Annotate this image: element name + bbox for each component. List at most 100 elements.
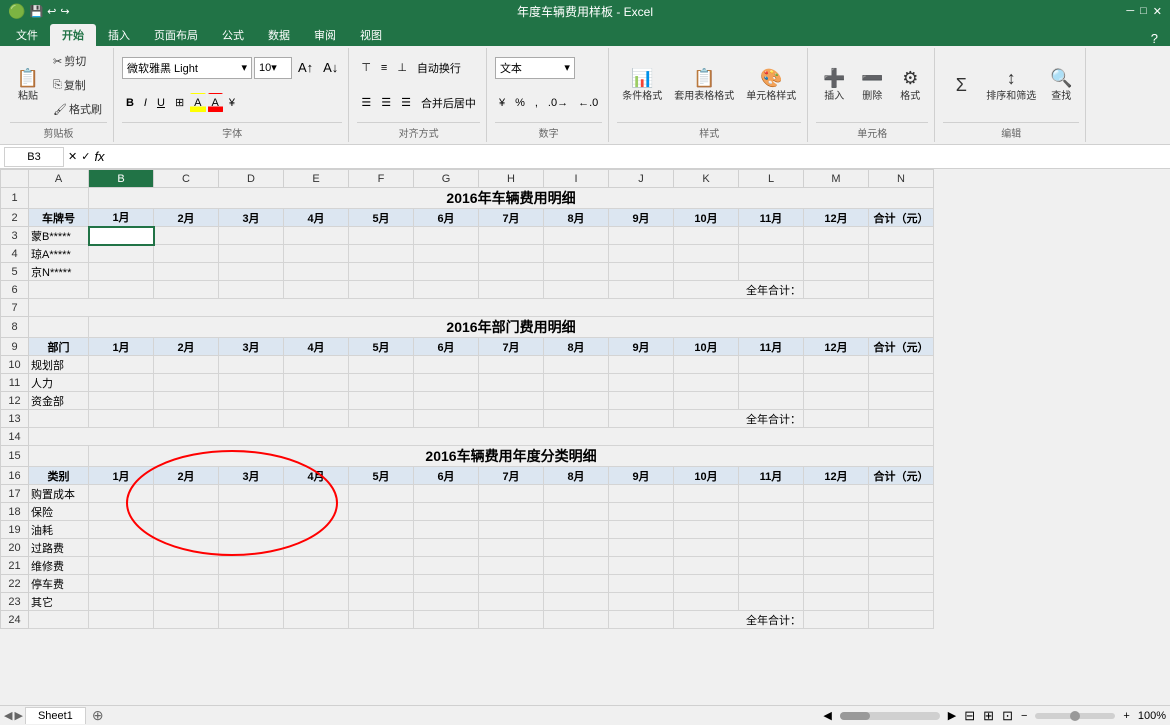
tab-home[interactable]: 开始 [50, 24, 96, 46]
cell-A17[interactable]: 购置成本 [29, 485, 89, 503]
italic-button[interactable]: I [140, 93, 151, 113]
font-color-button[interactable]: A [208, 93, 223, 113]
cell-D12[interactable] [219, 392, 284, 410]
cell-B2[interactable]: 1月 [89, 209, 154, 227]
col-header-K[interactable]: K [674, 170, 739, 188]
cell-J13[interactable] [609, 410, 674, 428]
cell-C4[interactable] [154, 245, 219, 263]
cell-C6[interactable] [154, 281, 219, 299]
cell-K4[interactable] [674, 245, 739, 263]
view-page-break[interactable]: ⊡ [1002, 708, 1013, 724]
cell-M20[interactable] [804, 539, 869, 557]
cell-K17[interactable] [674, 485, 739, 503]
cell-M16[interactable]: 12月 [804, 467, 869, 485]
cell-A5[interactable]: 京N***** [29, 263, 89, 281]
cell-M10[interactable] [804, 356, 869, 374]
cell-I5[interactable] [544, 263, 609, 281]
cell-A9[interactable]: 部门 [29, 338, 89, 356]
cell-K13-total[interactable]: 全年合计： [674, 410, 804, 428]
cell-N5[interactable] [869, 263, 934, 281]
cell-G9[interactable]: 6月 [414, 338, 479, 356]
cell-K12[interactable] [674, 392, 739, 410]
cell-N17[interactable] [869, 485, 934, 503]
row-header-12[interactable]: 12 [1, 392, 29, 410]
cell-row7[interactable] [29, 299, 934, 317]
function-icon[interactable]: fx [94, 149, 104, 164]
cell-F17[interactable] [349, 485, 414, 503]
cut-button[interactable]: ✂ 剪切 [48, 50, 107, 72]
cell-L12[interactable] [739, 392, 804, 410]
cell-N22[interactable] [869, 575, 934, 593]
tab-review[interactable]: 审阅 [302, 24, 348, 46]
cell-N20[interactable] [869, 539, 934, 557]
cell-G6[interactable] [414, 281, 479, 299]
cell-G13[interactable] [414, 410, 479, 428]
font-name-selector[interactable]: 微软雅黑 Light ▾ [122, 57, 252, 79]
cell-G3[interactable] [414, 227, 479, 245]
cell-N13[interactable] [869, 410, 934, 428]
cell-J20[interactable] [609, 539, 674, 557]
cell-B20[interactable] [89, 539, 154, 557]
row-header-22[interactable]: 22 [1, 575, 29, 593]
cell-N10[interactable] [869, 356, 934, 374]
cell-L22[interactable] [739, 575, 804, 593]
cell-E4[interactable] [284, 245, 349, 263]
cell-J5[interactable] [609, 263, 674, 281]
col-header-H[interactable]: H [479, 170, 544, 188]
col-header-F[interactable]: F [349, 170, 414, 188]
cell-K11[interactable] [674, 374, 739, 392]
cell-C17[interactable] [154, 485, 219, 503]
cell-E20[interactable] [284, 539, 349, 557]
cell-F6[interactable] [349, 281, 414, 299]
cell-C10[interactable] [154, 356, 219, 374]
quick-save[interactable]: 💾 [29, 5, 43, 18]
cell-A4[interactable]: 琼A***** [29, 245, 89, 263]
cell-D24[interactable] [219, 611, 284, 629]
cell-B22[interactable] [89, 575, 154, 593]
cell-K20[interactable] [674, 539, 739, 557]
cell-G18[interactable] [414, 503, 479, 521]
cell-C12[interactable] [154, 392, 219, 410]
cell-L9[interactable]: 11月 [739, 338, 804, 356]
cell-I18[interactable] [544, 503, 609, 521]
close-btn[interactable]: ✕ [1153, 5, 1162, 18]
cell-A23[interactable]: 其它 [29, 593, 89, 611]
cell-F23[interactable] [349, 593, 414, 611]
cell-G10[interactable] [414, 356, 479, 374]
row-header-16[interactable]: 16 [1, 467, 29, 485]
align-right-btn[interactable]: ☰ [397, 93, 415, 113]
cell-reference-input[interactable] [4, 147, 64, 167]
cell-A13[interactable] [29, 410, 89, 428]
sort-filter-button[interactable]: ↕ 排序和筛选 [981, 66, 1041, 105]
col-header-E[interactable]: E [284, 170, 349, 188]
underline-button[interactable]: U [153, 93, 169, 113]
cell-D18[interactable] [219, 503, 284, 521]
cell-B19[interactable] [89, 521, 154, 539]
cell-B18[interactable] [89, 503, 154, 521]
cell-F13[interactable] [349, 410, 414, 428]
cell-J18[interactable] [609, 503, 674, 521]
cell-D6[interactable] [219, 281, 284, 299]
cell-L2[interactable]: 11月 [739, 209, 804, 227]
increase-decimal-btn[interactable]: .0→ [544, 93, 572, 113]
cell-M17[interactable] [804, 485, 869, 503]
row-header-5[interactable]: 5 [1, 263, 29, 281]
zoom-slider[interactable] [1035, 713, 1115, 719]
cell-C22[interactable] [154, 575, 219, 593]
cell-E10[interactable] [284, 356, 349, 374]
cell-N19[interactable] [869, 521, 934, 539]
cell-G12[interactable] [414, 392, 479, 410]
cell-C16[interactable]: 2月 [154, 467, 219, 485]
cell-J22[interactable] [609, 575, 674, 593]
cell-B3[interactable] [89, 227, 154, 245]
cell-H11[interactable] [479, 374, 544, 392]
cell-C23[interactable] [154, 593, 219, 611]
cell-K16[interactable]: 10月 [674, 467, 739, 485]
col-header-B[interactable]: B [89, 170, 154, 188]
cell-A16[interactable]: 类别 [29, 467, 89, 485]
cell-H18[interactable] [479, 503, 544, 521]
format-cells-button[interactable]: ⚙ 格式 [892, 66, 928, 105]
cell-C20[interactable] [154, 539, 219, 557]
cell-I9[interactable]: 8月 [544, 338, 609, 356]
cell-A21[interactable]: 维修费 [29, 557, 89, 575]
